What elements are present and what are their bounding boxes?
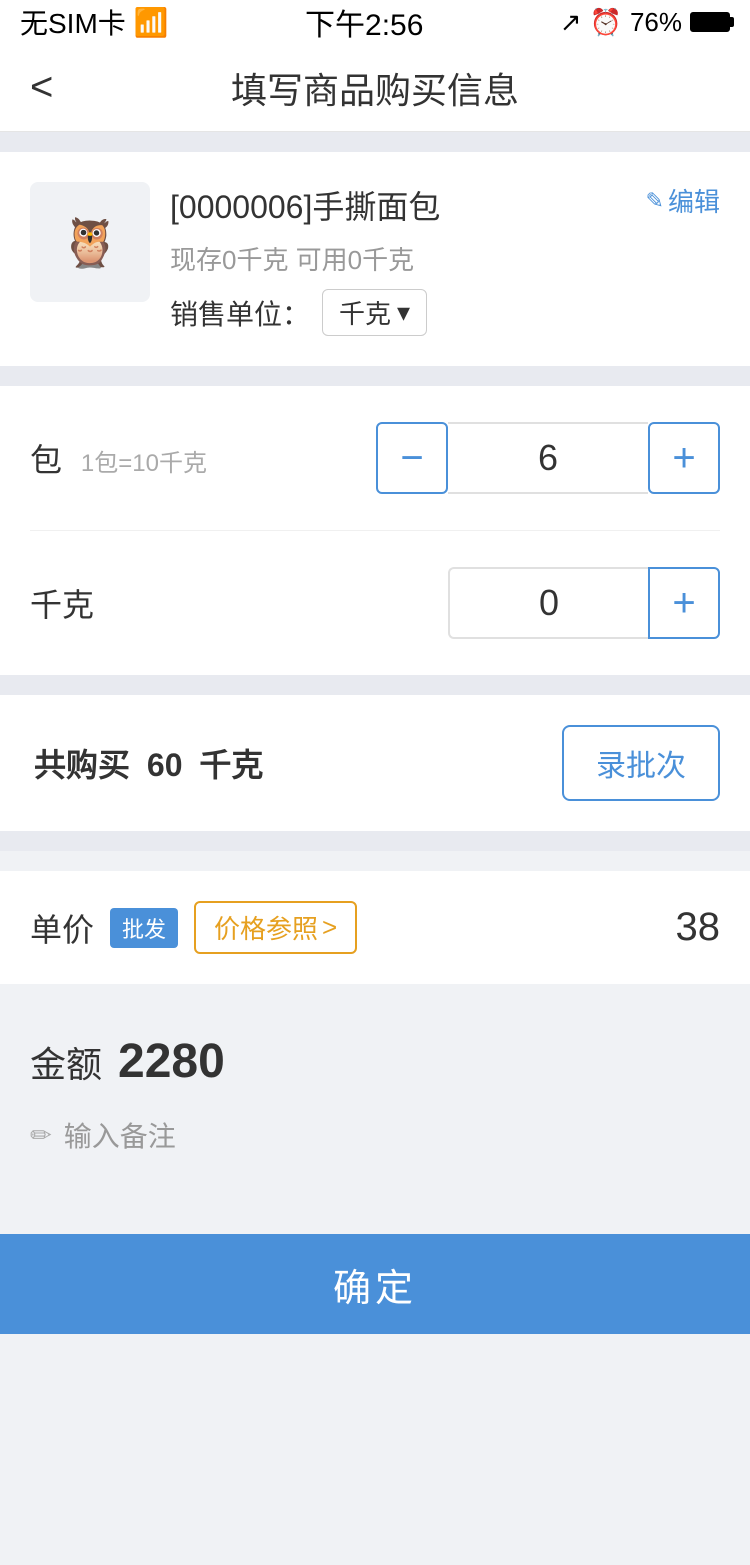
alarm-icon: ⏰: [590, 7, 622, 38]
bottom-spacer: [0, 1465, 750, 1565]
edit-button[interactable]: ✎ 编辑: [646, 182, 720, 219]
page-title: 填写商品购买信息: [231, 62, 519, 114]
quantity-input-bao[interactable]: [448, 422, 648, 494]
section-gap-4: [0, 831, 750, 851]
remark-row[interactable]: ✏ 输入备注: [30, 1099, 720, 1185]
amount-row: 金额 2280: [30, 1014, 720, 1099]
edit-label: 编辑: [668, 182, 720, 219]
carrier-label: 无SIM卡: [20, 2, 126, 42]
quantity-input-kg[interactable]: [448, 567, 648, 639]
quantity-row-bao: 包 1包=10千克 − +: [30, 386, 720, 531]
amount-value: 2280: [118, 1034, 225, 1089]
summary-quantity: 60: [147, 747, 183, 783]
product-unit-row: 销售单位： 千克 ▾: [170, 289, 720, 336]
quantity-control-bao: − +: [376, 422, 720, 494]
quantity-hint-bao: 1包=10千克: [81, 450, 207, 477]
price-label: 单价: [30, 905, 94, 951]
wifi-icon: 📶: [134, 6, 169, 39]
price-section: 单价 批发 价格参照 > 38: [0, 871, 750, 984]
unit-selector[interactable]: 千克 ▾: [322, 289, 427, 336]
confirm-button[interactable]: 确定: [0, 1234, 750, 1334]
nav-bar: < 填写商品购买信息: [0, 44, 750, 132]
product-logo-icon: 🦉: [60, 214, 120, 271]
location-icon: ↗: [560, 7, 582, 38]
quantity-section: 包 1包=10千克 − + 千克 +: [0, 386, 750, 675]
section-gap-1: [0, 132, 750, 152]
summary-section: 共购买 60 千克 录批次: [0, 695, 750, 831]
battery-icon: [690, 12, 730, 32]
status-right: ↗ ⏰ 76%: [560, 7, 730, 38]
product-card: 🦉 [0000006]手撕面包 现存0千克 可用0千克 销售单位： 千克 ▾ ✎…: [0, 152, 750, 366]
remark-icon: ✏: [30, 1120, 52, 1151]
product-thumbnail: 🦉: [30, 182, 150, 302]
unit-label: 销售单位：: [170, 293, 310, 333]
section-gap-3: [0, 675, 750, 695]
price-ref-label: 价格参照: [214, 909, 318, 946]
decrease-bao-button[interactable]: −: [376, 422, 448, 494]
summary-text: 共购买 60 千克: [30, 740, 267, 786]
price-tag: 批发: [110, 908, 178, 948]
price-reference-button[interactable]: 价格参照 >: [194, 901, 357, 954]
product-stock: 现存0千克 可用0千克: [170, 240, 720, 277]
edit-icon: ✎: [646, 188, 664, 214]
product-name: [0000006]手撕面包: [170, 182, 720, 228]
quantity-label-kg: 千克: [30, 580, 94, 626]
quantity-unit-bao: 包: [30, 442, 62, 478]
remark-placeholder: 输入备注: [64, 1115, 176, 1155]
status-left: 无SIM卡 📶: [20, 2, 169, 42]
increase-bao-button[interactable]: +: [648, 422, 720, 494]
batch-button[interactable]: 录批次: [562, 725, 720, 801]
section-gap-2: [0, 366, 750, 386]
unit-dropdown-arrow: ▾: [397, 297, 410, 328]
price-row: 单价 批发 价格参照 > 38: [30, 901, 720, 954]
status-bar: 无SIM卡 📶 下午2:56 ↗ ⏰ 76%: [0, 0, 750, 44]
summary-unit: 千克: [199, 747, 263, 783]
summary-prefix: 共购买: [34, 747, 130, 783]
back-button[interactable]: <: [30, 65, 53, 110]
product-info: [0000006]手撕面包 现存0千克 可用0千克 销售单位： 千克 ▾: [170, 182, 720, 336]
battery-percent: 76%: [630, 7, 682, 38]
increase-kg-button[interactable]: +: [648, 567, 720, 639]
amount-label: 金额: [30, 1036, 102, 1088]
amount-section: 金额 2280 ✏ 输入备注: [0, 984, 750, 1185]
price-value: 38: [676, 905, 721, 950]
status-time: 下午2:56: [305, 0, 423, 44]
quantity-control-kg: +: [448, 567, 720, 639]
quantity-row-kg: 千克 +: [30, 531, 720, 675]
unit-value: 千克: [339, 294, 391, 331]
price-ref-arrow: >: [322, 912, 337, 943]
quantity-label-bao: 包 1包=10千克: [30, 435, 207, 481]
